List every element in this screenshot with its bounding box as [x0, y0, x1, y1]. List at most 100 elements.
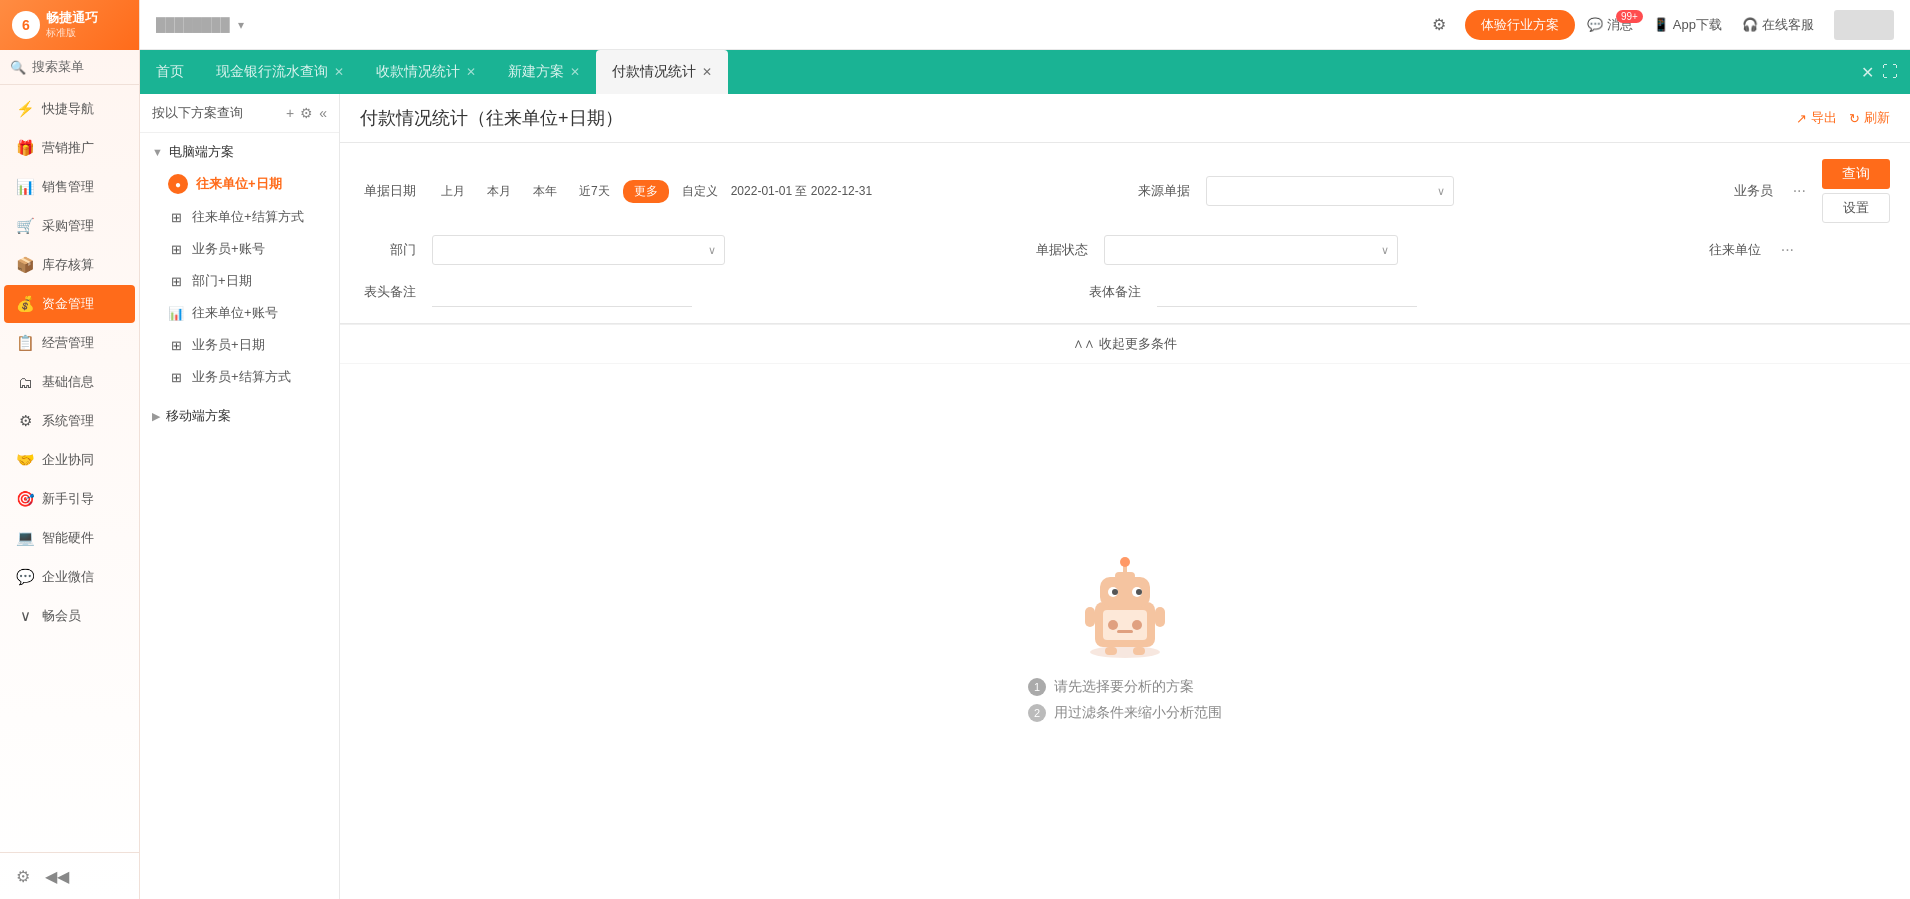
filter-settings-btn[interactable]: 设置: [1822, 193, 1890, 223]
sidebar-collapse-btn[interactable]: ◀◀: [42, 861, 72, 891]
empty-state: 1 请先选择要分析的方案 2 用过滤条件来缩小分析范围: [340, 364, 1910, 899]
svg-rect-8: [1105, 647, 1117, 655]
mobile-icon: 📱: [1653, 17, 1669, 32]
logo-text: 畅捷通巧 标准版: [46, 10, 98, 40]
collapse-more-btn[interactable]: ∧∧ 收起更多条件: [340, 324, 1910, 363]
filter-row-2: 部门 ∨ 单据状态 ∨ 往来单位 ···: [360, 235, 1890, 265]
dept-chevron-icon: ∨: [708, 244, 716, 257]
doc-status-select[interactable]: ∨: [1104, 235, 1397, 265]
sidebar-item-basic-info[interactable]: 🗂 基础信息: [4, 363, 135, 401]
user-name: ████████: [156, 17, 230, 32]
sidebar-item-member[interactable]: ∨ 畅会员: [4, 597, 135, 635]
date-btn-last-month[interactable]: 上月: [432, 180, 474, 203]
source-select[interactable]: ∨: [1206, 176, 1454, 206]
scheme-unit-settle[interactable]: ⊞ 往来单位+结算方式: [140, 201, 339, 233]
sidebar-item-business[interactable]: 📋 经营管理: [4, 324, 135, 362]
sidebar-item-sales[interactable]: 📊 销售管理: [4, 168, 135, 206]
query-btn[interactable]: 查询: [1822, 159, 1890, 189]
topbar-service-btn[interactable]: 🎧 在线客服: [1742, 16, 1814, 34]
active-scheme-dot: ●: [168, 174, 188, 194]
tab-new-scheme[interactable]: 新建方案 ✕: [492, 50, 596, 94]
sidebar-search[interactable]: 🔍 搜索菜单: [0, 50, 139, 85]
export-icon: ↗: [1796, 111, 1807, 126]
scheme-dept-date[interactable]: ⊞ 部门+日期: [140, 265, 339, 297]
right-panel: 付款情况统计（往来单位+日期） ↗ 导出 ↻ 刷新 单据日期: [340, 94, 1910, 899]
page-area: 按以下方案查询 + ⚙ « ▼ 电脑端方案 ● 往来单位+日期 ⊞: [140, 94, 1910, 899]
sidebar-item-wechat[interactable]: 💬 企业微信: [4, 558, 135, 596]
table-head-note-input[interactable]: [432, 277, 692, 307]
dept-label: 部门: [360, 241, 416, 259]
export-btn[interactable]: ↗ 导出: [1796, 109, 1837, 127]
scheme-staff-settle[interactable]: ⊞ 业务员+结算方式: [140, 361, 339, 393]
dept-select[interactable]: ∨: [432, 235, 725, 265]
sidebar-item-hardware[interactable]: 💻 智能硬件: [4, 519, 135, 557]
tab-payment-close[interactable]: ✕: [702, 65, 712, 79]
filter-row-1: 单据日期 上月 本月 本年 近7天 更多 自定义 2022-01-01 至 20…: [360, 159, 1890, 223]
sidebar-menu: ⚡ 快捷导航 🎁 营销推广 📊 销售管理 🛒 采购管理 📦 库存核算 💰 资金管…: [0, 85, 139, 852]
sidebar-item-purchase[interactable]: 🛒 采购管理: [4, 207, 135, 245]
desktop-section-title[interactable]: ▼ 电脑端方案: [140, 137, 339, 167]
sales-icon: 📊: [16, 178, 34, 196]
trial-industry-btn[interactable]: 体验行业方案: [1465, 10, 1575, 40]
sidebar-item-quick-nav[interactable]: ⚡ 快捷导航: [4, 90, 135, 128]
tab-receipt-close[interactable]: ✕: [466, 65, 476, 79]
mobile-section-title[interactable]: ▶ 移动端方案: [140, 401, 339, 431]
tab-home[interactable]: 首页: [140, 50, 200, 94]
date-btn-this-month[interactable]: 本月: [478, 180, 520, 203]
topbar-avatar[interactable]: [1834, 10, 1894, 40]
sidebar-settings-btn[interactable]: ⚙: [8, 861, 38, 891]
quick-nav-icon: ⚡: [16, 100, 34, 118]
date-btn-last-7[interactable]: 近7天: [570, 180, 619, 203]
search-icon: 🔍: [10, 60, 26, 75]
mobile-arrow-icon: ▶: [152, 410, 160, 423]
scheme-settings-btn[interactable]: ⚙: [300, 105, 313, 121]
sidebar-item-system[interactable]: ⚙ 系统管理: [4, 402, 135, 440]
sidebar-item-enterprise[interactable]: 🤝 企业协同: [4, 441, 135, 479]
date-btn-more[interactable]: 更多: [623, 180, 669, 203]
scheme-unit-account[interactable]: 📊 往来单位+账号: [140, 297, 339, 329]
date-range-display: 2022-01-01 至 2022-12-31: [731, 183, 872, 200]
marketing-icon: 🎁: [16, 139, 34, 157]
refresh-btn[interactable]: ↻ 刷新: [1849, 109, 1890, 127]
left-panel-header: 按以下方案查询 + ⚙ «: [140, 94, 339, 133]
staff-filter-label: 业务员: [1717, 182, 1773, 200]
mobile-section: ▶ 移动端方案: [140, 397, 339, 435]
tabbar-actions: ✕ ⛶: [1849, 63, 1910, 82]
table-icon-5: ⊞: [168, 369, 184, 385]
date-btn-custom[interactable]: 自定义: [673, 180, 727, 203]
topbar-gear-btn[interactable]: ⚙: [1425, 11, 1453, 39]
table-body-note-input[interactable]: [1157, 277, 1417, 307]
doc-status-chevron-icon: ∨: [1381, 244, 1389, 257]
user-dropdown-icon[interactable]: ▾: [238, 18, 244, 32]
tab-new-scheme-close[interactable]: ✕: [570, 65, 580, 79]
date-btn-this-year[interactable]: 本年: [524, 180, 566, 203]
scheme-staff-account[interactable]: ⊞ 业务员+账号: [140, 233, 339, 265]
headset-icon: 🎧: [1742, 17, 1758, 32]
sidebar-item-guide[interactable]: 🎯 新手引导: [4, 480, 135, 518]
sidebar-item-inventory[interactable]: 📦 库存核算: [4, 246, 135, 284]
tab-bank-close[interactable]: ✕: [334, 65, 344, 79]
tab-bank[interactable]: 现金银行流水查询 ✕: [200, 50, 360, 94]
svg-rect-6: [1085, 607, 1095, 627]
empty-tip-1: 1 请先选择要分析的方案: [1028, 678, 1222, 696]
topbar-msg-btn[interactable]: 💬 消息 99+: [1587, 16, 1633, 34]
scheme-unit-date[interactable]: ● 往来单位+日期: [140, 167, 339, 201]
staff-more-icon[interactable]: ···: [1793, 182, 1806, 200]
sidebar-item-finance[interactable]: 💰 资金管理: [4, 285, 135, 323]
scheme-staff-date[interactable]: ⊞ 业务员+日期: [140, 329, 339, 361]
related-unit-more-icon[interactable]: ···: [1781, 241, 1794, 259]
add-scheme-btn[interactable]: +: [286, 105, 294, 121]
table-head-note-label: 表头备注: [360, 283, 416, 301]
tab-close-all-btn[interactable]: ✕: [1861, 63, 1874, 82]
sidebar-item-marketing[interactable]: 🎁 营销推广: [4, 129, 135, 167]
tab-maximize-btn[interactable]: ⛶: [1882, 63, 1898, 81]
left-panel-collapse-btn[interactable]: «: [319, 105, 327, 121]
table-body-note-label: 表体备注: [1085, 283, 1141, 301]
sidebar-bottom: ⚙ ◀◀: [0, 852, 139, 899]
tab-payment[interactable]: 付款情况统计 ✕: [596, 50, 728, 94]
page-title: 付款情况统计（往来单位+日期）: [360, 106, 1796, 130]
topbar-app-btn[interactable]: 📱 App下载: [1653, 16, 1722, 34]
purchase-icon: 🛒: [16, 217, 34, 235]
tab-receipt[interactable]: 收款情况统计 ✕: [360, 50, 492, 94]
main: ████████ ▾ ⚙ 体验行业方案 💬 消息 99+ 📱 App下载 🎧 在…: [140, 0, 1910, 899]
